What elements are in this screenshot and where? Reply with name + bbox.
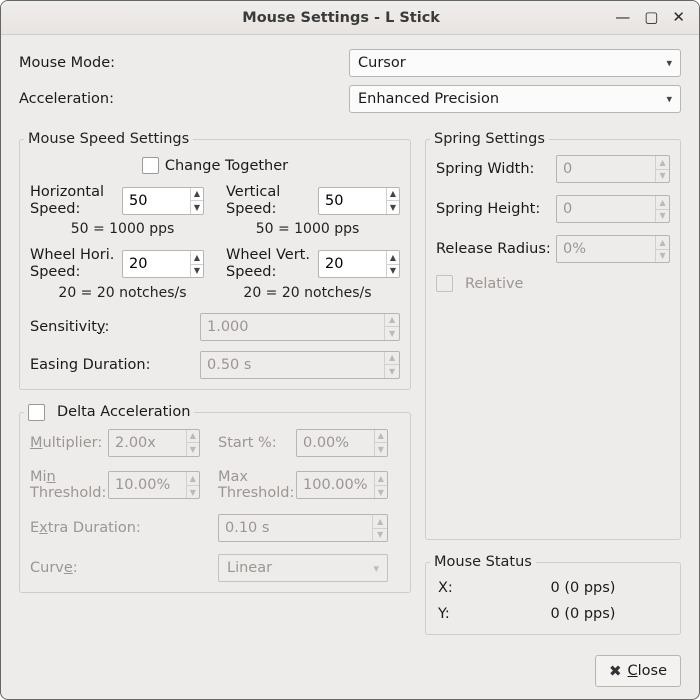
relative-checkbox xyxy=(436,275,453,292)
delta-accel-legend: Delta Acceleration xyxy=(57,404,190,420)
wheel-v-input[interactable]: ▲▼ xyxy=(318,250,400,278)
wheel-v-hint: 20 = 20 notches/s xyxy=(215,285,400,301)
change-together-checkbox[interactable] xyxy=(142,157,159,174)
wheel-h-label: Wheel Hori.Speed: xyxy=(30,247,122,280)
arrow-up-icon[interactable]: ▲ xyxy=(387,251,399,265)
mouse-status-legend: Mouse Status xyxy=(430,554,536,570)
relative-label: Relative xyxy=(465,276,523,292)
window-title: Mouse Settings - L Stick xyxy=(73,10,609,26)
arrow-up-icon[interactable]: ▲ xyxy=(387,188,399,202)
sensitivity-input[interactable]: ▲▼ xyxy=(200,313,400,341)
mouse-mode-value: Cursor xyxy=(358,55,406,71)
v-speed-label: VerticalSpeed: xyxy=(226,184,318,217)
chevron-down-icon: ▾ xyxy=(373,562,379,575)
close-button[interactable]: ✖ Close xyxy=(595,655,681,687)
wheel-h-input[interactable]: ▲▼ xyxy=(122,250,204,278)
mouse-mode-label: Mouse Mode: xyxy=(19,55,349,71)
arrow-down-icon: ▼ xyxy=(385,365,399,378)
arrow-down-icon[interactable]: ▼ xyxy=(387,201,399,214)
close-x-icon: ✖ xyxy=(609,662,622,680)
delta-accel-checkbox[interactable] xyxy=(28,404,45,421)
minth-input: ▲▼ xyxy=(108,471,200,499)
spring-group: Spring Settings Spring Width: ▲▼ Spring … xyxy=(425,131,681,540)
h-speed-hint: 50 = 1000 pps xyxy=(30,221,215,237)
mouse-speed-legend: Mouse Speed Settings xyxy=(24,131,193,147)
chevron-down-icon: ▾ xyxy=(666,93,672,106)
spring-width-label: Spring Width: xyxy=(436,161,556,177)
wheel-v-label: Wheel Vert.Speed: xyxy=(226,247,318,280)
delta-accel-group: Delta Acceleration Multiplier: ▲▼ Start … xyxy=(19,404,411,593)
status-x-label: X: xyxy=(438,580,498,596)
arrow-down-icon[interactable]: ▼ xyxy=(191,265,203,278)
close-button-label: Close xyxy=(628,663,668,679)
arrow-down-icon: ▼ xyxy=(385,327,399,340)
h-speed-label: HorizontalSpeed: xyxy=(30,184,122,217)
arrow-up-icon[interactable]: ▲ xyxy=(191,251,203,265)
easing-input[interactable]: ▲▼ xyxy=(200,351,400,379)
acceleration-label: Acceleration: xyxy=(19,91,349,107)
maximize-icon[interactable]: ▢ xyxy=(644,10,658,25)
curve-select: Linear ▾ xyxy=(218,554,388,582)
maxth-label: MaxThreshold: xyxy=(218,469,296,502)
content: Mouse Mode: Cursor ▾ Acceleration: Enhan… xyxy=(1,35,699,699)
mouse-mode-select[interactable]: Cursor ▾ xyxy=(349,49,681,77)
v-speed-hint: 50 = 1000 pps xyxy=(215,221,400,237)
acceleration-select[interactable]: Enhanced Precision ▾ xyxy=(349,85,681,113)
v-speed-input[interactable]: ▲▼ xyxy=(318,187,400,215)
startpct-input: ▲▼ xyxy=(296,429,388,457)
mouse-status-group: Mouse Status X: 0 (0 pps) Y: 0 (0 pps) xyxy=(425,554,681,635)
spring-height-label: Spring Height: xyxy=(436,201,556,217)
mouse-speed-group: Mouse Speed Settings Change Together Hor… xyxy=(19,131,411,390)
wheel-h-hint: 20 = 20 notches/s xyxy=(30,285,215,301)
arrow-down-icon[interactable]: ▼ xyxy=(387,265,399,278)
titlebar: Mouse Settings - L Stick — ▢ ✕ xyxy=(1,1,699,35)
h-speed-input[interactable]: ▲▼ xyxy=(122,187,204,215)
extra-input: ▲▼ xyxy=(218,514,388,542)
easing-label: Easing Duration: xyxy=(30,357,200,373)
spring-height-input: ▲▼ xyxy=(556,195,670,223)
extra-label: Extra Duration: xyxy=(30,520,218,536)
arrow-up-icon: ▲ xyxy=(385,352,399,366)
startpct-label: Start %: xyxy=(218,435,296,451)
multiplier-input: ▲▼ xyxy=(108,429,200,457)
spring-width-input: ▲▼ xyxy=(556,155,670,183)
maxth-input: ▲▼ xyxy=(296,471,388,499)
minth-label: MinThreshold: xyxy=(30,469,108,502)
close-icon[interactable]: ✕ xyxy=(672,10,685,25)
minimize-icon[interactable]: — xyxy=(615,10,630,25)
sensitivity-label: Sensitivity: xyxy=(30,319,200,335)
window: Mouse Settings - L Stick — ▢ ✕ Mouse Mod… xyxy=(0,0,700,700)
status-y-label: Y: xyxy=(438,606,498,622)
curve-value: Linear xyxy=(227,560,272,576)
spring-legend: Spring Settings xyxy=(430,131,549,147)
multiplier-label: Multiplier: xyxy=(30,435,108,451)
curve-label: Curve: xyxy=(30,560,218,576)
change-together-label: Change Together xyxy=(165,158,288,174)
arrow-up-icon[interactable]: ▲ xyxy=(191,188,203,202)
acceleration-value: Enhanced Precision xyxy=(358,91,499,107)
status-x-value: 0 (0 pps) xyxy=(498,580,668,596)
release-input: ▲▼ xyxy=(556,235,670,263)
status-y-value: 0 (0 pps) xyxy=(498,606,668,622)
release-label: Release Radius: xyxy=(436,241,556,257)
arrow-down-icon[interactable]: ▼ xyxy=(191,201,203,214)
arrow-up-icon: ▲ xyxy=(385,314,399,328)
chevron-down-icon: ▾ xyxy=(666,57,672,70)
